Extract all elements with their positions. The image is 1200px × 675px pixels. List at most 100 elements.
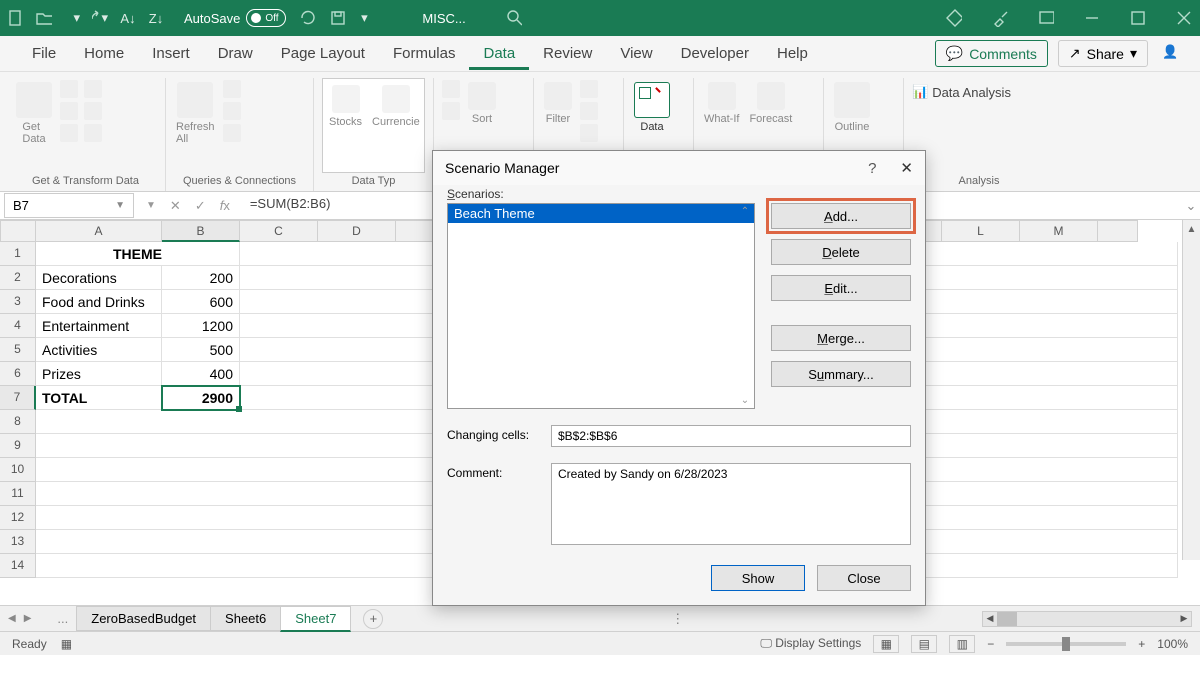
tab-developer[interactable]: Developer	[667, 37, 763, 70]
cell[interactable]: Food and Drinks	[36, 290, 162, 314]
col-header[interactable]: D	[318, 220, 396, 242]
edit-button[interactable]: Edit...	[771, 275, 911, 301]
search-icon[interactable]	[506, 10, 522, 26]
col-header[interactable]: C	[240, 220, 318, 242]
sort-desc-icon[interactable]: Z↓	[148, 10, 164, 26]
qat-customize-icon[interactable]: ▾	[356, 10, 372, 26]
zoom-out-icon[interactable]: −	[987, 637, 994, 651]
expand-icon[interactable]: ⌄	[1182, 192, 1200, 219]
save-icon[interactable]	[330, 10, 346, 26]
cell[interactable]: 600	[162, 290, 240, 314]
cell[interactable]: 1200	[162, 314, 240, 338]
get-data-button[interactable]: Get Data	[14, 80, 54, 147]
zoom-level[interactable]: 100%	[1157, 637, 1188, 651]
cell[interactable]: 200	[162, 266, 240, 290]
close-icon[interactable]	[1176, 10, 1192, 26]
currencies-button[interactable]: Currencie	[370, 83, 422, 130]
sheet-tab[interactable]: ZeroBasedBudget	[76, 606, 211, 631]
dialog-title: Scenario Manager	[445, 160, 559, 176]
window-icon[interactable]	[1038, 10, 1054, 26]
forecast-button[interactable]: Forecast	[747, 80, 794, 127]
tab-page-layout[interactable]: Page Layout	[267, 37, 379, 70]
tab-review[interactable]: Review	[529, 37, 606, 70]
tab-file[interactable]: File	[18, 37, 70, 70]
active-cell[interactable]: 2900	[162, 386, 240, 410]
sort-asc-icon[interactable]: A↓	[120, 10, 136, 26]
add-sheet-button[interactable]: +	[363, 609, 383, 629]
select-all-corner[interactable]	[0, 220, 36, 242]
tab-data[interactable]: Data	[469, 37, 529, 70]
cell[interactable]: Entertainment	[36, 314, 162, 338]
cell[interactable]: THEME	[36, 242, 240, 266]
tab-home[interactable]: Home	[70, 37, 138, 70]
open-icon[interactable]	[36, 10, 52, 26]
horizontal-scrollbar[interactable]: ◀▶	[982, 611, 1192, 627]
view-break-icon[interactable]: ▥	[949, 635, 975, 653]
outline-button[interactable]: Outline	[832, 80, 872, 135]
close-button[interactable]: Close	[817, 565, 911, 591]
tab-formulas[interactable]: Formulas	[379, 37, 470, 70]
redo-icon[interactable]: ▾	[92, 10, 108, 26]
sheet-split-icon[interactable]: ⋮	[671, 611, 684, 627]
comments-button[interactable]: 💬 Comments	[935, 40, 1048, 67]
cell[interactable]: 500	[162, 338, 240, 362]
sheet-tab[interactable]: Sheet6	[210, 606, 281, 631]
sheet-tab-active[interactable]: Sheet7	[280, 606, 351, 632]
new-icon[interactable]	[8, 10, 24, 26]
minimize-icon[interactable]	[1084, 10, 1100, 26]
name-box[interactable]: B7▼	[4, 193, 134, 218]
cell[interactable]: Activities	[36, 338, 162, 362]
sheet-next-icon[interactable]: ▶	[24, 613, 32, 624]
help-icon[interactable]: ?	[868, 160, 876, 177]
fx-icon[interactable]: fx	[220, 198, 230, 213]
tab-draw[interactable]: Draw	[204, 37, 267, 70]
tab-help[interactable]: Help	[763, 37, 822, 70]
chevron-down-icon[interactable]: ▼	[146, 200, 156, 211]
col-header[interactable]: M	[1020, 220, 1098, 242]
summary-button[interactable]: Summary...	[771, 361, 911, 387]
brush-icon[interactable]	[992, 10, 1008, 26]
account-icon[interactable]: 👤	[1162, 44, 1182, 64]
data-analysis-button[interactable]: 📊Data Analysis	[912, 84, 1011, 100]
enter-icon[interactable]: ✓	[195, 198, 206, 214]
delete-button[interactable]: Delete	[771, 239, 911, 265]
macro-icon[interactable]: ▦	[61, 637, 72, 651]
zoom-in-icon[interactable]: +	[1138, 637, 1145, 651]
cell[interactable]: Prizes	[36, 362, 162, 386]
tab-view[interactable]: View	[606, 37, 666, 70]
share-button[interactable]: ↗ Share ▾	[1058, 40, 1148, 67]
sheet-prev-icon[interactable]: ◀	[8, 613, 16, 624]
col-header[interactable]: A	[36, 220, 162, 242]
cell[interactable]: 400	[162, 362, 240, 386]
view-normal-icon[interactable]: ▦	[873, 635, 899, 653]
sort-button[interactable]: Sort	[466, 80, 498, 127]
data-button[interactable]: Data	[632, 80, 672, 135]
zoom-slider[interactable]	[1006, 642, 1126, 646]
undo-icon[interactable]: ▾	[64, 10, 80, 26]
diamond-icon[interactable]	[946, 10, 962, 26]
cancel-icon[interactable]: ✕	[170, 198, 181, 214]
scenarios-listbox[interactable]: Beach Theme ⌃⌄	[447, 203, 755, 409]
col-header[interactable]: B	[162, 220, 240, 242]
vertical-scrollbar[interactable]: ▲	[1182, 220, 1200, 560]
autosave-toggle[interactable]: AutoSave Off	[184, 9, 286, 27]
sheet-overflow[interactable]: ...	[57, 611, 68, 626]
refresh-icon[interactable]	[300, 10, 316, 26]
maximize-icon[interactable]	[1130, 10, 1146, 26]
refresh-all-button[interactable]: Refresh All	[174, 80, 217, 147]
display-settings-button[interactable]: 🖵 Display Settings	[760, 636, 861, 651]
close-icon[interactable]: ✕	[900, 159, 913, 177]
cell[interactable]: Decorations	[36, 266, 162, 290]
stocks-button[interactable]: Stocks	[327, 83, 364, 130]
add-button[interactable]: Add...	[771, 203, 911, 229]
cell[interactable]: TOTAL	[36, 386, 162, 410]
col-header[interactable]: L	[942, 220, 1020, 242]
filter-button[interactable]: Filter	[542, 80, 574, 127]
document-name: MISC...	[422, 11, 465, 26]
whatif-button[interactable]: What-If	[702, 80, 741, 127]
tab-insert[interactable]: Insert	[138, 37, 204, 70]
list-item[interactable]: Beach Theme	[448, 204, 754, 223]
show-button[interactable]: Show	[711, 565, 805, 591]
view-page-icon[interactable]: ▤	[911, 635, 937, 653]
merge-button[interactable]: Merge...	[771, 325, 911, 351]
